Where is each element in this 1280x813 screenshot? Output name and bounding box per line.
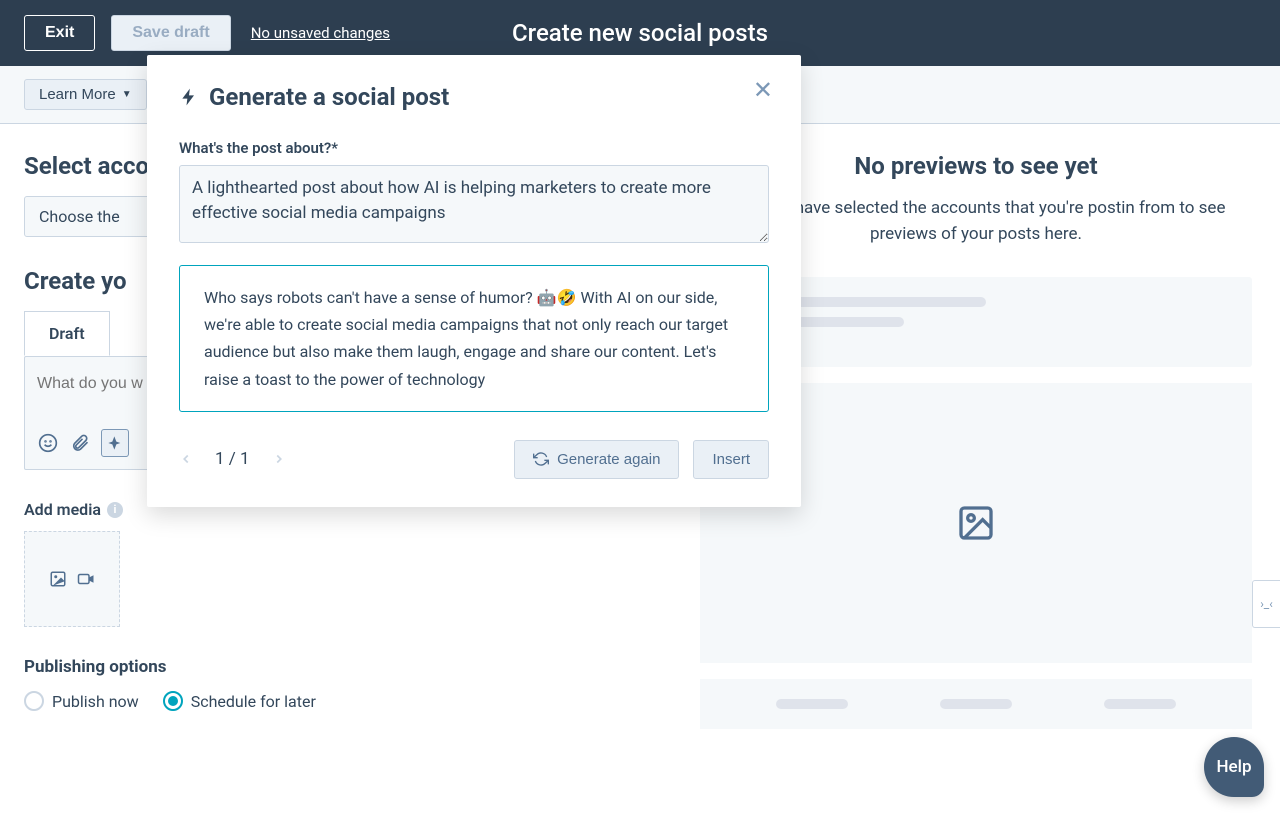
radio-schedule-later[interactable]: Schedule for later (163, 691, 316, 711)
emoji-icon[interactable] (37, 432, 59, 454)
ai-generate-icon[interactable] (101, 429, 129, 457)
skeleton-footer (700, 679, 1252, 729)
popover-title-text: Generate a social post (209, 83, 449, 111)
generate-post-popover: Generate a social post ✕ What's the post… (147, 55, 801, 507)
refresh-icon (533, 451, 549, 467)
add-media-text: Add media (24, 500, 101, 519)
radio-icon-selected (163, 691, 183, 711)
info-icon[interactable]: i (107, 502, 123, 518)
bolt-icon (179, 87, 199, 107)
chevron-right-icon (272, 452, 286, 466)
media-dropzone[interactable] (24, 531, 120, 627)
generate-again-label: Generate again (557, 451, 660, 468)
learn-more-button[interactable]: Learn More ▼ (24, 79, 147, 110)
popover-close-button[interactable]: ✕ (753, 79, 773, 103)
generated-output: Who says robots can't have a sense of hu… (179, 265, 769, 412)
caret-down-icon: ▼ (122, 89, 132, 100)
radio-publish-now-label: Publish now (52, 692, 139, 711)
help-button[interactable]: Help (1204, 737, 1264, 797)
popover-footer: 1 / 1 Generate again Insert (179, 440, 769, 479)
video-icon (77, 570, 95, 588)
publishing-options-radios: Publish now Schedule for later (24, 691, 576, 711)
page-title: Create new social posts (512, 19, 768, 47)
side-panel-toggle[interactable]: ›_‹ (1252, 580, 1280, 628)
radio-publish-now[interactable]: Publish now (24, 691, 139, 711)
pager-text: 1 / 1 (215, 449, 250, 469)
exit-button[interactable]: Exit (24, 15, 95, 51)
image-placeholder-icon (953, 503, 999, 543)
pager-prev-button[interactable] (179, 452, 193, 466)
unsaved-changes-link[interactable]: No unsaved changes (251, 24, 390, 42)
attachment-icon[interactable] (69, 432, 91, 454)
pager: 1 / 1 (179, 449, 286, 469)
image-icon (49, 570, 67, 588)
publishing-options-title: Publishing options (24, 657, 576, 677)
close-icon: ✕ (753, 77, 773, 104)
prompt-label: What's the post about?* (179, 139, 769, 157)
chevron-left-icon (179, 452, 193, 466)
accounts-dropdown-label: Choose the (39, 207, 120, 226)
expand-icon: ›_‹ (1260, 597, 1273, 611)
pager-next-button[interactable] (272, 452, 286, 466)
radio-icon (24, 691, 44, 711)
generate-again-button[interactable]: Generate again (514, 440, 679, 479)
popover-title: Generate a social post (179, 83, 769, 111)
radio-schedule-later-label: Schedule for later (191, 692, 316, 711)
save-draft-button: Save draft (111, 15, 230, 51)
insert-button[interactable]: Insert (693, 440, 769, 479)
prompt-input[interactable] (179, 165, 769, 243)
learn-more-label: Learn More (39, 86, 116, 103)
tab-draft[interactable]: Draft (24, 311, 110, 356)
